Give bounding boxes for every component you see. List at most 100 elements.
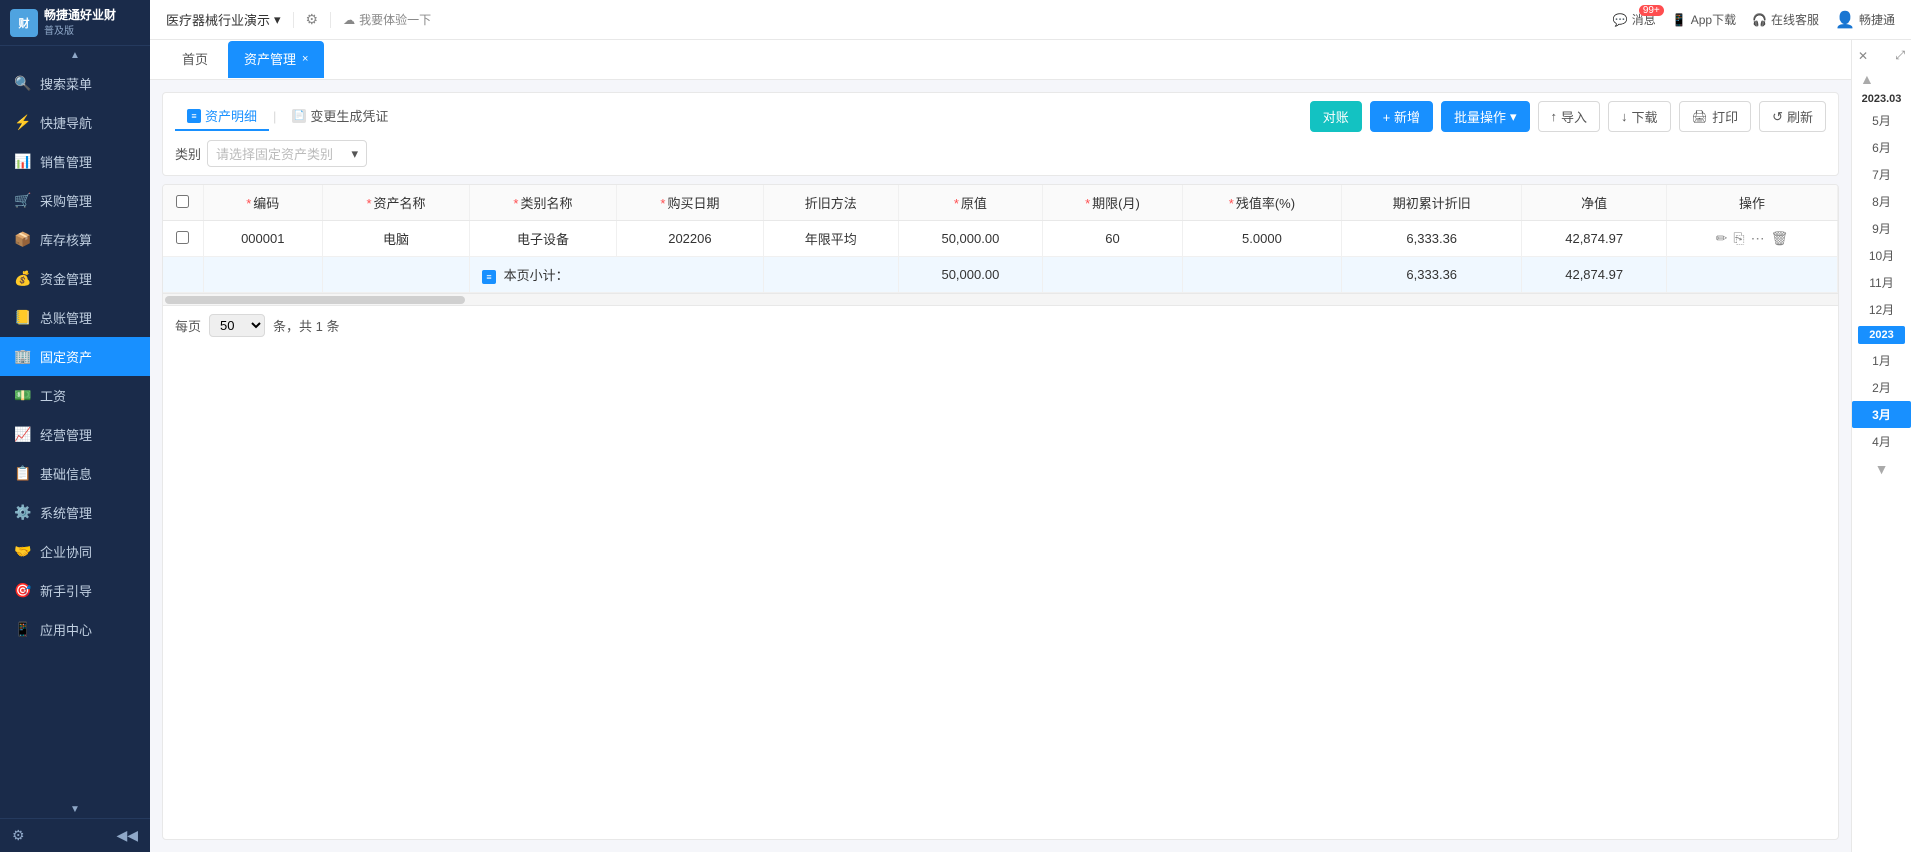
sidebar-item-sales[interactable]: 📊 销售管理 [0,142,150,181]
user-avatar[interactable]: 👤 畅捷通 [1835,10,1895,30]
category-select[interactable]: 请选择固定资产类别 ▾ [207,140,367,167]
sidebar-item-label: 应用中心 [40,620,92,639]
sidebar-item-inventory[interactable]: 📦 库存核算 [0,220,150,259]
print-button[interactable]: 🖨 打印 [1679,101,1752,132]
operations-icon: 📈 [14,426,32,444]
scroll-thumb[interactable] [165,296,465,304]
sidebar-item-quick-nav[interactable]: ⚡ 快捷导航 [0,103,150,142]
month-6[interactable]: 6月 [1852,134,1911,161]
month-8[interactable]: 8月 [1852,188,1911,215]
logo-icon: 财 [10,9,38,37]
month-4[interactable]: 4月 [1852,428,1911,455]
th-net-value: 净值 [1522,185,1667,221]
sidebar-item-newbie[interactable]: 🎯 新手引导 [0,571,150,610]
sidebar-item-system[interactable]: ⚙️ 系统管理 [0,493,150,532]
year-down-arrow[interactable]: ▼ [1873,459,1891,479]
search-icon: 🔍 [14,75,32,93]
sidebar-item-label: 经营管理 [40,425,92,444]
sub-tab-asset-detail[interactable]: ≡ 资产明细 [175,102,269,131]
month-2[interactable]: 2月 [1852,374,1911,401]
ledger-icon: 📒 [14,309,32,327]
month-5[interactable]: 5月 [1852,107,1911,134]
delete-icon[interactable]: 🗑 [1771,230,1789,247]
sidebar-item-enterprise[interactable]: 🤝 企业协同 [0,532,150,571]
pagination: 每页 50 10 20 100 条，共 1 条 [163,305,1838,345]
sidebar: 财 畅捷通好业财 普及版 ▲ 🔍 搜索菜单 ⚡ 快捷导航 📊 销售管理 🛒 采购… [0,0,150,852]
right-panel: ✕ ⤢ ▲ 2023.03 5月 6月 7月 8月 9月 10月 11月 12月… [1851,40,1911,852]
tab-asset-mgmt[interactable]: 资产管理 × [228,41,324,78]
add-button[interactable]: + 新增 [1370,101,1433,132]
th-original-value: *原值 [898,185,1043,221]
horizontal-scrollbar[interactable] [163,293,1838,305]
edit-icon[interactable]: ✏ [1716,230,1728,247]
sidebar-item-search[interactable]: 🔍 搜索菜单 [0,64,150,103]
sidebar-item-ledger[interactable]: 📒 总账管理 [0,298,150,337]
experience-btn[interactable]: ☁ 我要体验一下 [343,11,431,28]
month-3-current[interactable]: 3月 [1852,401,1911,428]
import-button[interactable]: ↑ 导入 [1538,101,1601,132]
month-7[interactable]: 7月 [1852,161,1911,188]
sub-tabs-toolbar: ≡ 资产明细 | 📄 变更生成凭证 对账 [162,92,1839,176]
refresh-icon: ↺ [1772,109,1783,125]
th-actions: 操作 [1667,185,1838,221]
sidebar-item-label: 库存核算 [40,230,92,249]
select-all-checkbox[interactable] [176,195,189,208]
cell-name: 电脑 [323,221,470,257]
reconcile-label: 对账 [1323,107,1349,126]
sidebar-scroll-down[interactable]: ▼ [0,800,150,818]
month-12[interactable]: 12月 [1852,296,1911,323]
sidebar-item-fixed-assets[interactable]: 🏢 固定资产 [0,337,150,376]
online-service-btn[interactable]: 🎧 在线客服 [1752,11,1819,28]
copy-icon[interactable]: ⎘ [1733,230,1744,247]
category-label: 类别 [175,144,201,163]
sidebar-item-payroll[interactable]: 💵 工资 [0,376,150,415]
subtotal-row: ≡ 本页小计： 50,000.00 6,333.36 42,874.97 [163,257,1838,293]
purchase-icon: 🛒 [14,192,32,210]
app-download-btn[interactable]: 📱 App下载 [1672,11,1736,28]
sidebar-item-basic-info[interactable]: 📋 基础信息 [0,454,150,493]
company-selector[interactable]: 医疗器械行业演示 ▾ [166,10,281,29]
month-11[interactable]: 11月 [1852,269,1911,296]
message-btn[interactable]: 💬 消息 99+ [1613,11,1656,28]
action-icons: ✏ ⎘ ⋯ 🗑 [1679,230,1825,247]
month-1[interactable]: 1月 [1852,347,1911,374]
sidebar-logo[interactable]: 财 畅捷通好业财 普及版 [0,0,150,46]
app-icon: 📱 [1672,13,1687,27]
more-icon[interactable]: ⋯ [1751,230,1765,247]
sidebar-item-label: 快捷导航 [40,113,92,132]
tab-home[interactable]: 首页 [166,41,224,78]
table-row: 000001 电脑 电子设备 202206 年限平均 50,000.00 60 … [163,221,1838,257]
reconcile-button[interactable]: 对账 [1310,101,1362,132]
panel-close-icon[interactable]: ✕ [1858,49,1868,63]
tab-bar: 首页 资产管理 × [150,40,1851,80]
tab-close-icon[interactable]: × [302,53,308,65]
asset-detail-tab-icon: ≡ [187,109,201,123]
sidebar-scroll-up[interactable]: ▲ [0,46,150,64]
gear-icon[interactable]: ⚙ [306,11,319,28]
batch-ops-button[interactable]: 批量操作 ▾ [1441,101,1530,132]
topbar: 医疗器械行业演示 ▾ ⚙ ☁ 我要体验一下 💬 消息 99+ 📱 App下载 🎧… [150,0,1911,40]
per-page-select[interactable]: 50 10 20 100 [209,314,265,337]
settings-icon[interactable]: ⚙ [12,827,25,844]
sidebar-item-app-center[interactable]: 📱 应用中心 [0,610,150,649]
panel-expand-icon[interactable]: ⤢ [1895,48,1905,63]
sidebar-item-purchase[interactable]: 🛒 采购管理 [0,181,150,220]
system-icon: ⚙️ [14,504,32,522]
table-header-row: *编码 *资产名称 *类别名称 *购买日期 折旧方法 *原值 *期限(月) *残… [163,185,1838,221]
refresh-button[interactable]: ↺ 刷新 [1759,101,1826,132]
sidebar-item-operations[interactable]: 📈 经营管理 [0,415,150,454]
sub-tab-change-voucher[interactable]: 📄 变更生成凭证 [280,102,400,131]
month-9[interactable]: 9月 [1852,215,1911,242]
download-button[interactable]: ↓ 下载 [1608,101,1671,132]
collapse-icon[interactable]: ◀◀ [116,827,138,844]
year-up-arrow[interactable]: ▲ [1858,69,1876,89]
sidebar-item-capital[interactable]: 💰 资金管理 [0,259,150,298]
newbie-icon: 🎯 [14,582,32,600]
row-checkbox[interactable] [176,231,189,244]
cell-purchase-date: 202206 [616,221,763,257]
logo-sub: 普及版 [44,22,116,37]
tab-asset-label: 资产管理 [244,49,296,68]
month-10[interactable]: 10月 [1852,242,1911,269]
download-label: 下载 [1632,107,1658,126]
print-icon: 🖨 [1692,109,1709,125]
